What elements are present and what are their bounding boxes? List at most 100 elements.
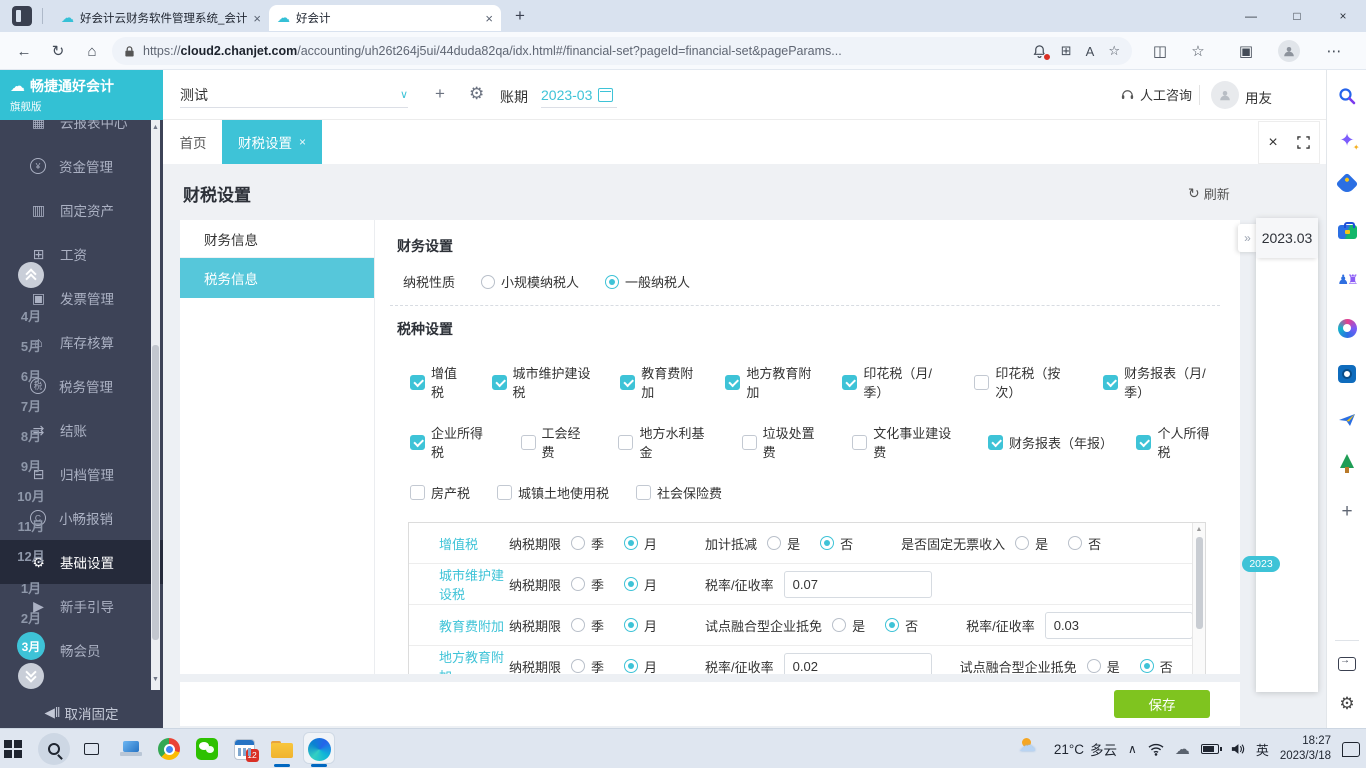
add-account-set-icon[interactable]: + [435,84,445,104]
close-page-icon[interactable]: × [1268,134,1277,152]
sidebar-settings-gear-icon[interactable]: ⚙ [1335,692,1359,716]
tax-name-link[interactable]: 地方教育附加 [409,647,509,674]
task-view-icon[interactable] [78,736,105,762]
radio-small-scale-taxpayer[interactable]: 小规模纳税人 [481,272,579,291]
month-item-active[interactable]: 3月 [17,632,45,660]
split-screen-icon[interactable]: ◫ [1148,40,1172,62]
month-item[interactable]: 12月 [0,540,62,570]
checkbox-vat[interactable]: 增值税 [410,363,465,401]
scroll-up-icon[interactable]: ▲ [1193,526,1205,533]
checkbox-property-tax[interactable]: 房产税 [410,483,470,502]
radio-yes[interactable]: 是 [767,534,800,553]
scrollbar-thumb[interactable] [1195,537,1203,629]
notification-bell-icon[interactable] [1032,44,1051,61]
month-item[interactable]: 5月 [0,330,62,360]
radio-general-taxpayer[interactable]: 一般纳税人 [605,272,690,291]
file-explorer-icon[interactable] [269,736,295,762]
calendar-scroll-down-button[interactable] [18,663,44,689]
battery-icon[interactable] [1200,744,1222,754]
read-aloud-icon[interactable]: A [1086,44,1095,59]
browser-profile-avatar[interactable] [1278,40,1300,62]
table-scrollbar[interactable]: ▲ ▼ [1192,523,1205,674]
workspaces-icon[interactable] [12,6,32,26]
radio-quarter[interactable]: 季 [571,657,604,674]
start-button[interactable] [0,736,26,762]
radio-month[interactable]: 月 [624,575,657,594]
home-button[interactable]: ⌂ [80,40,104,62]
sidebar-item-cloud-reports[interactable]: ▦ 云报表中心 [0,120,163,144]
sidebar-scroll-down-icon[interactable]: ▼ [151,676,160,683]
collections-icon[interactable]: ☆ [1186,40,1210,62]
checkbox-urban-construction-tax[interactable]: 城市维护建设税 [491,363,594,401]
radio-no[interactable]: 否 [1139,657,1173,674]
rate-input[interactable] [783,652,932,674]
month-item[interactable]: 10月 [0,480,62,510]
maximize-button[interactable]: □ [1274,0,1320,32]
calendar-scroll-up-button[interactable] [18,262,44,288]
back-button[interactable]: ← [12,40,36,62]
input-language[interactable]: 英 [1256,740,1269,759]
chrome-icon[interactable] [156,736,182,762]
radio-quarter[interactable]: 季 [571,575,604,594]
user-avatar[interactable] [1211,81,1239,109]
send-plane-icon[interactable] [1335,408,1359,432]
checkbox-social-insurance[interactable]: 社会保险费 [636,483,722,502]
open-sidebar-icon[interactable] [1335,652,1359,676]
sidebar-scrollbar-thumb[interactable] [152,345,159,640]
web-capture-icon[interactable]: ⊞ [1061,43,1072,59]
user-name[interactable]: 用友 [1245,87,1272,107]
outlook-icon[interactable] [1335,362,1359,386]
radio-yes[interactable]: 是 [1015,534,1048,553]
tree-icon[interactable] [1335,452,1359,476]
notification-center-icon[interactable] [1342,741,1360,757]
wifi-icon[interactable] [1148,743,1164,756]
sidebar-search-icon[interactable] [1335,84,1359,108]
favorite-star-icon[interactable]: ☆ [1108,43,1120,59]
radio-month[interactable]: 月 [624,534,657,553]
radio-no[interactable]: 否 [820,534,853,553]
month-item[interactable]: 2月 [0,602,62,632]
browser-tab-active[interactable]: ☁ 好会计 × [269,5,501,31]
radio-yes[interactable]: 是 [1086,657,1120,674]
checkbox-st-monthly[interactable]: 印花税（月/季） [842,363,947,401]
checkbox-culture-fee[interactable]: 文化事业建设费 [852,423,961,461]
checkbox-water-fund[interactable]: 地方水利基金 [618,423,714,461]
unpin-sidebar-button[interactable]: ◀‖ 取消固定 [0,698,163,728]
checkbox-corporate-income-tax[interactable]: 企业所得税 [410,423,494,461]
more-menu-icon[interactable]: ⋯ [1322,40,1346,62]
checkbox-education-surcharge[interactable]: 教育费附加 [620,363,698,401]
checkbox-fs-monthly[interactable]: 财务报表（月/季） [1103,363,1220,401]
radio-no[interactable]: 否 [1068,534,1101,553]
rate-input[interactable] [783,570,932,598]
tab-close-icon[interactable]: × [299,135,306,149]
radio-quarter[interactable]: 季 [571,534,604,553]
radio-no[interactable]: 否 [885,616,918,635]
address-bar[interactable]: https://cloud2.chanjet.com/accounting/uh… [112,37,1132,65]
clock[interactable]: 18:27 2023/3/18 [1280,734,1331,764]
settings-gear-icon[interactable]: ⚙ [469,84,484,104]
hidden-icons-chevron[interactable]: ∧ [1128,742,1137,756]
weather-icon[interactable] [1019,736,1043,758]
checkbox-fs-annual[interactable]: 财务报表（年报） [988,433,1113,452]
sidebar-scroll-up-icon[interactable]: ▲ [151,124,160,131]
microsoft-365-icon[interactable] [1335,316,1359,340]
month-item[interactable]: 1月 [0,572,62,602]
checkbox-land-use-tax[interactable]: 城镇土地使用税 [497,483,609,502]
month-item[interactable]: 4月 [0,300,62,330]
subnav-finance-info[interactable]: 财务信息 [180,220,374,258]
reload-button[interactable]: ↻ [46,40,70,62]
checkbox-st-pertime[interactable]: 印花税（按次） [974,363,1076,401]
month-item[interactable]: 8月 [0,420,62,450]
subnav-tax-info[interactable]: 税务信息 [180,258,374,298]
toolbox-icon[interactable] [1335,220,1359,244]
period-select[interactable]: 2023-03 [541,82,617,108]
checkbox-garbage-fee[interactable]: 垃圾处置费 [741,423,826,461]
volume-icon[interactable] [1230,743,1245,755]
sidebar-item-fixed-assets[interactable]: ▥ 固定资产 [0,188,163,232]
tax-name-link[interactable]: 增值税 [409,534,509,553]
copilot-icon[interactable]: ✦ [1335,128,1359,152]
games-icon[interactable]: ♟♜ [1335,268,1359,292]
shopping-tag-icon[interactable] [1335,172,1359,196]
add-sidebar-item-icon[interactable]: + [1335,500,1359,524]
radio-month[interactable]: 月 [624,657,657,674]
